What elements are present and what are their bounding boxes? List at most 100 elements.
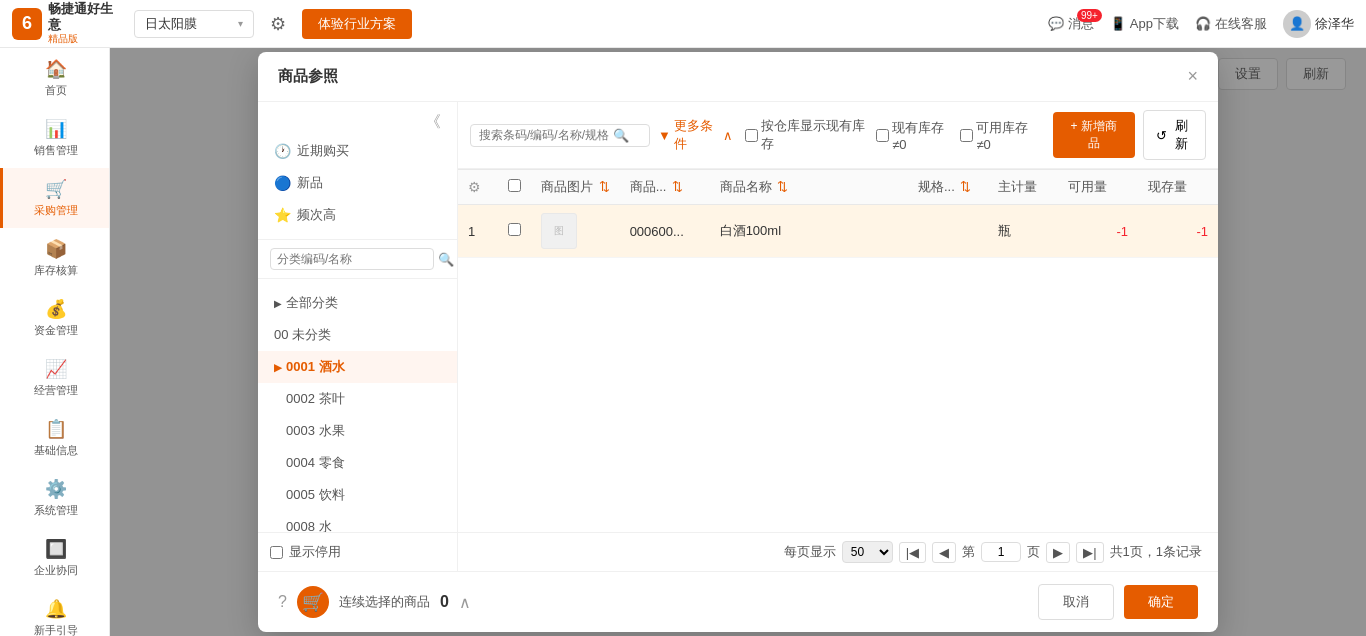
- cat-item-uncat[interactable]: 00 未分类: [258, 319, 457, 351]
- next-page-button[interactable]: ▶: [1046, 542, 1070, 563]
- filter-stock-nonzero-label: 现有库存≠0: [892, 119, 952, 152]
- sort-icon-code[interactable]: ⇅: [672, 179, 683, 194]
- refresh-button[interactable]: ↺ 刷新: [1143, 110, 1206, 160]
- store-name: 日太阳膜: [145, 15, 234, 33]
- first-page-button[interactable]: |◀: [899, 542, 926, 563]
- product-search-input[interactable]: [479, 128, 609, 142]
- store-selector[interactable]: 日太阳膜 ▾: [134, 10, 254, 38]
- sidebar-item-collab[interactable]: 🔲 企业协同: [0, 528, 109, 588]
- refresh-icon: ↺: [1156, 128, 1167, 143]
- sidebar-item-sales[interactable]: 📊 销售管理: [0, 108, 109, 168]
- product-search-box: 🔍: [470, 124, 650, 147]
- col-header-check: [498, 170, 531, 205]
- col-label-name: 商品名称: [720, 179, 772, 194]
- settings-icon[interactable]: ⚙: [266, 9, 290, 39]
- sidebar-item-system[interactable]: ⚙️ 系统管理: [0, 468, 109, 528]
- filter-options: 按仓库显示现有库存 现有库存≠0 可用库存≠0: [745, 117, 1037, 153]
- help-icon[interactable]: ?: [278, 593, 287, 611]
- show-disabled-label[interactable]: 显示停用: [270, 543, 445, 561]
- product-name: 白酒100ml: [720, 223, 781, 238]
- sidebar-item-guide[interactable]: 🔔 新手引导: [0, 588, 109, 636]
- table-row[interactable]: 1 图 000600...: [458, 205, 1218, 258]
- product-stock: -1: [1196, 224, 1208, 239]
- search-cat-icon[interactable]: 🔍: [438, 252, 454, 267]
- collapse-footer-button[interactable]: ∧: [459, 593, 471, 612]
- modal-right-panel: 🔍 ▼ 更多条件 ∧ 按仓库显示现有库存: [458, 102, 1218, 571]
- row-checkbox[interactable]: [508, 223, 521, 236]
- filter-stock-warehouse-checkbox[interactable]: [745, 129, 758, 142]
- sidebar-item-business[interactable]: 📈 经营管理: [0, 348, 109, 408]
- show-disabled-checkbox[interactable]: [270, 546, 283, 559]
- filter-new-items[interactable]: 🔵 新品: [258, 167, 457, 199]
- cancel-button[interactable]: 取消: [1038, 584, 1114, 620]
- filter-recent-purchase[interactable]: 🕐 近期购买: [258, 135, 457, 167]
- page-size-select[interactable]: 50 10 20 100: [842, 541, 893, 563]
- cart-count: 0: [440, 593, 449, 611]
- page-number-input[interactable]: [981, 542, 1021, 562]
- cat-item-water[interactable]: 0008 水: [258, 511, 457, 532]
- settings-gear-icon[interactable]: ⚙: [468, 179, 481, 195]
- filter-stock-nonzero[interactable]: 现有库存≠0: [876, 119, 952, 152]
- modal-close-button[interactable]: ×: [1187, 66, 1198, 87]
- cell-img: 图: [531, 205, 620, 258]
- customer-service-item[interactable]: 🎧 在线客服: [1195, 15, 1267, 33]
- cat-item-liquor[interactable]: ▶ 0001 酒水: [258, 351, 457, 383]
- trial-button[interactable]: 体验行业方案: [302, 9, 412, 39]
- add-product-button[interactable]: + 新增商品: [1053, 112, 1135, 158]
- message-badge: 99+: [1077, 9, 1102, 22]
- cat-item-tea[interactable]: 0002 茶叶: [258, 383, 457, 415]
- cat-item-drink[interactable]: 0005 饮料: [258, 479, 457, 511]
- last-page-button[interactable]: ▶|: [1076, 542, 1103, 563]
- user-item[interactable]: 👤 徐泽华: [1283, 10, 1354, 38]
- system-icon: ⚙️: [45, 478, 67, 500]
- filter-avail-nonzero-checkbox[interactable]: [960, 129, 973, 142]
- sidebar-item-purchase[interactable]: 🛒 采购管理: [0, 168, 109, 228]
- modal-toolbar: 🔍 ▼ 更多条件 ∧ 按仓库显示现有库存: [458, 102, 1218, 169]
- page-size-label: 每页显示: [784, 543, 836, 561]
- app-download-label: App下载: [1130, 15, 1179, 33]
- filter-recent-label: 近期购买: [297, 142, 349, 160]
- sidebar-item-finance[interactable]: 💰 资金管理: [0, 288, 109, 348]
- app-download-item[interactable]: 📱 App下载: [1110, 15, 1179, 33]
- more-filters-button[interactable]: ▼ 更多条件 ∧: [658, 117, 733, 153]
- filter-high-freq[interactable]: ⭐ 频次高: [258, 199, 457, 231]
- cat-item-fruit[interactable]: 0003 水果: [258, 415, 457, 447]
- collapse-panel-button[interactable]: 《: [417, 112, 449, 133]
- filter-stock-nonzero-checkbox[interactable]: [876, 129, 889, 142]
- select-all-checkbox[interactable]: [508, 179, 521, 192]
- cell-name: 白酒100ml: [710, 205, 908, 258]
- search-icon[interactable]: 🔍: [613, 128, 629, 143]
- cat-item-snack[interactable]: 0004 零食: [258, 447, 457, 479]
- product-code: 000600...: [630, 224, 684, 239]
- product-available: -1: [1116, 224, 1128, 239]
- sort-icon-img[interactable]: ⇅: [599, 179, 610, 194]
- sidebar-item-home[interactable]: 🏠 首页: [0, 48, 109, 108]
- home-icon: 🏠: [45, 58, 67, 80]
- cat-label-tea: 0002 茶叶: [286, 390, 345, 408]
- cell-spec: [908, 205, 988, 258]
- product-unit: 瓶: [998, 223, 1011, 238]
- col-label-img: 商品图片: [541, 179, 593, 194]
- col-header-code: 商品... ⇅: [620, 170, 710, 205]
- col-label-stock: 现存量: [1148, 179, 1187, 194]
- sort-icon-spec[interactable]: ⇅: [960, 179, 971, 194]
- confirm-button[interactable]: 确定: [1124, 585, 1198, 619]
- category-search-input[interactable]: [270, 248, 434, 270]
- basic-icon: 📋: [45, 418, 67, 440]
- filter-stock-warehouse-label: 按仓库显示现有库存: [761, 117, 868, 153]
- quick-filters: 《 🕐 近期购买 🔵 新品 ⭐: [258, 102, 457, 240]
- prev-page-button[interactable]: ◀: [932, 542, 956, 563]
- cell-num: 1: [458, 205, 498, 258]
- sort-icon-name[interactable]: ⇅: [777, 179, 788, 194]
- cell-unit: 瓶: [988, 205, 1058, 258]
- filter-stock-warehouse[interactable]: 按仓库显示现有库存: [745, 117, 868, 153]
- sidebar-item-basic[interactable]: 📋 基础信息: [0, 408, 109, 468]
- messages-icon-item[interactable]: 💬 消息 99+: [1048, 15, 1094, 33]
- sidebar-item-inventory[interactable]: 📦 库存核算: [0, 228, 109, 288]
- sidebar-label-system: 系统管理: [34, 503, 78, 518]
- star-icon: ⭐: [274, 207, 291, 223]
- refresh-label: 刷新: [1170, 117, 1193, 153]
- page-total: 共1页，1条记录: [1110, 543, 1202, 561]
- filter-avail-nonzero[interactable]: 可用库存≠0: [960, 119, 1036, 152]
- cat-item-all[interactable]: ▶ 全部分类: [258, 287, 457, 319]
